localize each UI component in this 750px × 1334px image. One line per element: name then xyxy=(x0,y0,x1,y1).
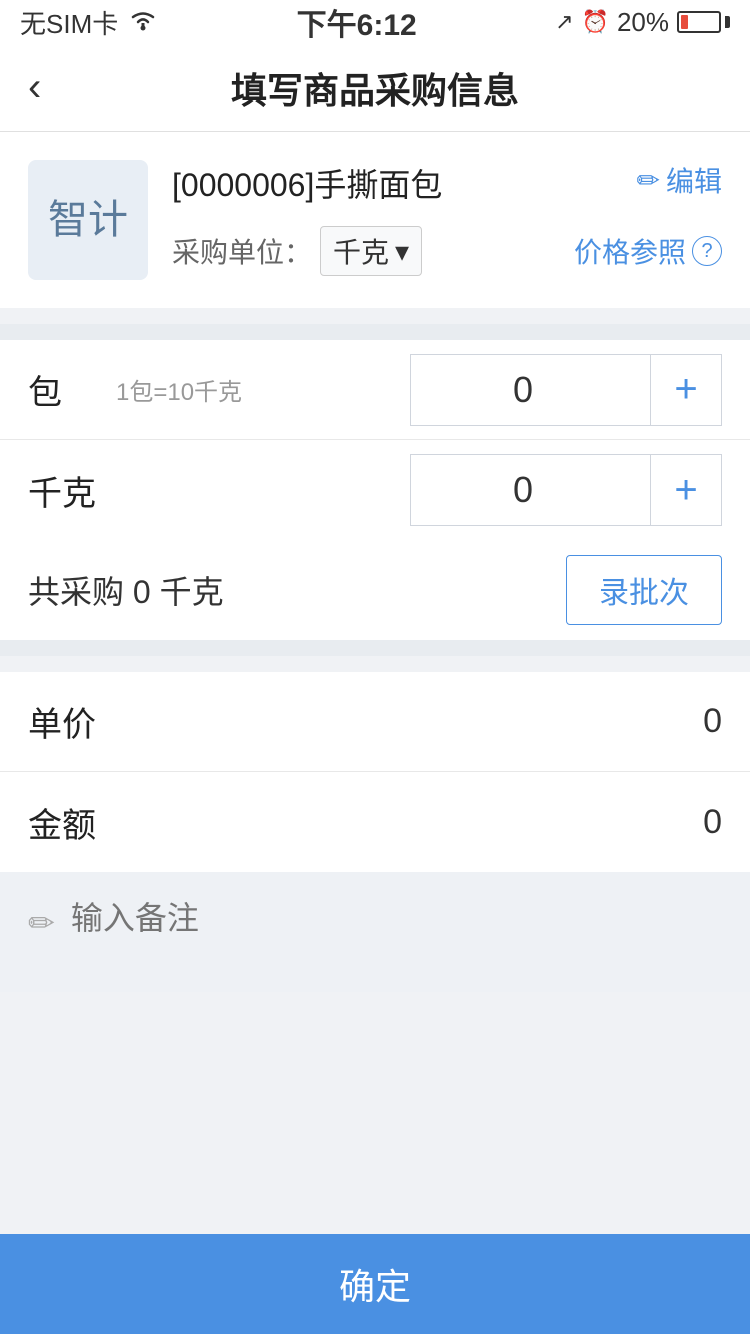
bag-input-right: + xyxy=(410,354,722,426)
amount-row: 金额 0 xyxy=(0,772,750,872)
location-icon: ↗ xyxy=(555,9,573,35)
help-icon: ? xyxy=(692,236,722,266)
total-label: 共采购 0 千克 xyxy=(28,567,224,613)
kg-plus-button[interactable]: + xyxy=(650,454,722,526)
product-image: 智计 xyxy=(28,160,148,280)
remarks-input[interactable] xyxy=(71,900,722,937)
bag-label: 包 xyxy=(28,365,108,414)
kg-input-right: + xyxy=(410,454,722,526)
bag-input-row: 包 1包=10千克 + xyxy=(0,340,750,440)
product-header: [0000006]手撕面包 ✏ 编辑 xyxy=(172,160,722,206)
section-divider-2 xyxy=(0,640,750,656)
amount-value: 0 xyxy=(703,803,722,842)
nav-bar: ‹ 填写商品采购信息 xyxy=(0,44,750,132)
unit-price-value: 0 xyxy=(703,702,722,741)
unit-row: 采购单位： 千克 ▾ 价格参照 ? xyxy=(172,226,722,276)
amount-label: 金额 xyxy=(28,798,96,847)
product-info: [0000006]手撕面包 ✏ 编辑 采购单位： 千克 ▾ 价格参照 ? xyxy=(172,160,722,276)
status-time: 下午6:12 xyxy=(297,0,417,44)
bag-input[interactable] xyxy=(410,354,650,426)
unit-price-row: 单价 0 xyxy=(0,672,750,772)
product-card: 智计 [0000006]手撕面包 ✏ 编辑 采购单位： 千克 ▾ 价格参照 ? xyxy=(0,132,750,308)
total-row: 共采购 0 千克 录批次 xyxy=(0,540,750,640)
unit-dropdown[interactable]: 千克 ▾ xyxy=(320,226,422,276)
product-logo: 智计 xyxy=(48,200,128,240)
batch-button[interactable]: 录批次 xyxy=(566,555,722,625)
unit-label: 采购单位： xyxy=(172,231,312,271)
status-right: ↗ ⏰ 20% xyxy=(555,7,730,38)
edit-label: 编辑 xyxy=(666,160,722,200)
product-name: [0000006]手撕面包 xyxy=(172,160,442,206)
alarm-icon: ⏰ xyxy=(582,9,609,35)
price-ref-button[interactable]: 价格参照 ? xyxy=(574,231,722,271)
edit-button[interactable]: ✏ 编辑 xyxy=(637,160,722,200)
price-section: 单价 0 金额 0 xyxy=(0,672,750,872)
page-title: 填写商品采购信息 xyxy=(231,62,519,114)
bag-sublabel: 1包=10千克 xyxy=(116,372,242,407)
edit-icon: ✏ xyxy=(637,164,660,197)
remarks-section: ✏ xyxy=(0,872,750,992)
unit-value: 千克 xyxy=(333,231,389,271)
status-left: 无SIM卡 xyxy=(20,4,158,41)
unit-price-label: 单价 xyxy=(28,697,96,746)
back-button[interactable]: ‹ xyxy=(28,65,41,110)
battery-icon xyxy=(677,11,730,33)
section-divider-1 xyxy=(0,324,750,340)
wifi-signal xyxy=(128,7,158,38)
kg-input-row: 千克 + xyxy=(0,440,750,540)
no-sim-text: 无SIM卡 xyxy=(20,4,118,41)
bottom-padding xyxy=(0,992,750,1112)
battery-percent: 20% xyxy=(617,7,669,38)
status-bar: 无SIM卡 下午6:12 ↗ ⏰ 20% xyxy=(0,0,750,44)
price-ref-label: 价格参照 xyxy=(574,231,686,271)
kg-input[interactable] xyxy=(410,454,650,526)
input-section: 包 1包=10千克 + 千克 + xyxy=(0,340,750,540)
confirm-button[interactable]: 确定 xyxy=(0,1234,750,1334)
pencil-icon: ✏ xyxy=(28,904,55,942)
bag-plus-button[interactable]: + xyxy=(650,354,722,426)
kg-label: 千克 xyxy=(28,466,108,515)
dropdown-arrow: ▾ xyxy=(395,235,409,268)
